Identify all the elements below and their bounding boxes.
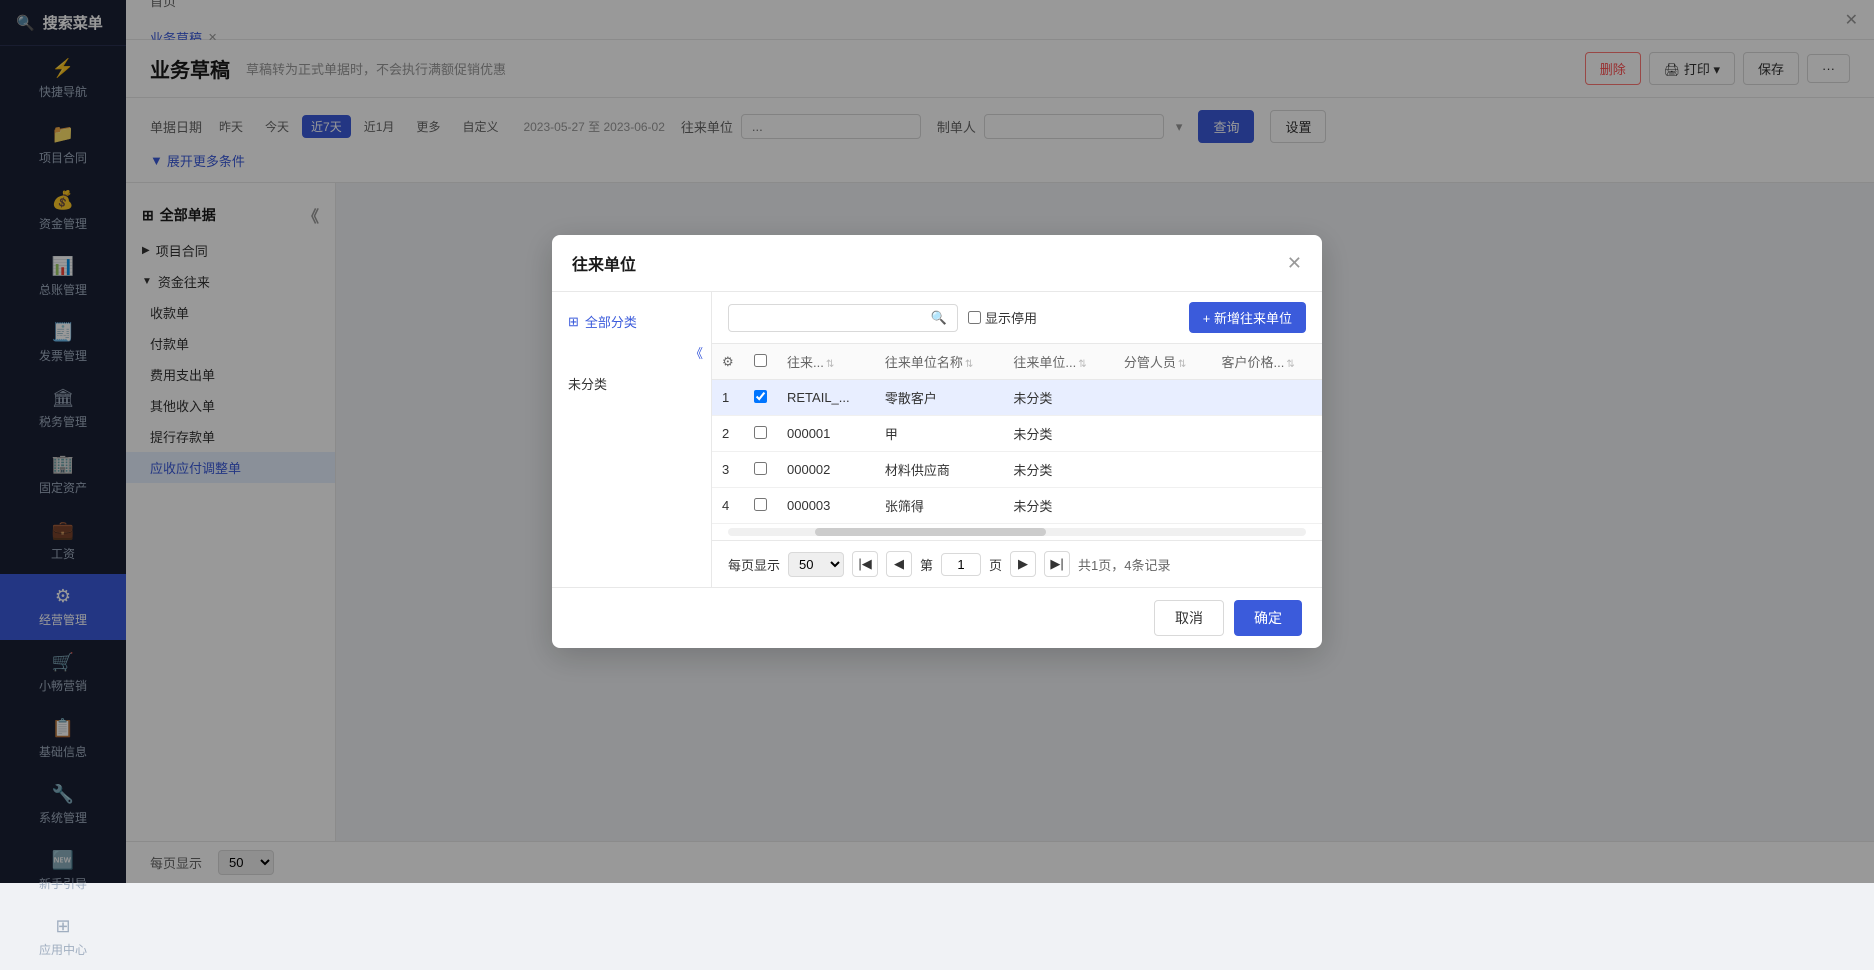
row-code: 000003 (777, 488, 875, 524)
select-all-checkbox[interactable] (754, 354, 767, 367)
dialog-toolbar: 🔍 显示停用 + 新增往来单位 (712, 292, 1322, 344)
apps-icon: ⊞ (55, 916, 70, 937)
confirm-button[interactable]: 确定 (1234, 600, 1302, 636)
row-price (1211, 416, 1322, 452)
dialog-unclassified-label: 未分类 (552, 366, 711, 401)
dialog-category-all[interactable]: ⊞ 全部分类 (552, 304, 711, 339)
row-checkbox-cell[interactable] (744, 452, 777, 488)
row-category: 未分类 (1003, 380, 1113, 416)
row-code: 000002 (777, 452, 875, 488)
col-code-header: 往来...⇅ (777, 344, 875, 380)
row-num: 1 (712, 380, 744, 416)
dialog-search-input[interactable] (739, 310, 925, 325)
show-disabled-checkbox[interactable] (968, 311, 981, 324)
next-page-btn[interactable]: ▶ (1010, 551, 1036, 577)
row-name: 零散客户 (875, 380, 1003, 416)
category-grid-icon: ⊞ (568, 314, 579, 330)
show-disabled-checkbox-label[interactable]: 显示停用 (968, 308, 1037, 327)
col-checkbox (744, 344, 777, 380)
row-code: 000001 (777, 416, 875, 452)
row-price (1211, 380, 1322, 416)
new-customer-btn[interactable]: + 新增往来单位 (1189, 302, 1306, 333)
row-code: RETAIL_... (777, 380, 875, 416)
row-category: 未分类 (1003, 452, 1113, 488)
table-row[interactable]: 4 000003 张筛得 未分类 (712, 488, 1322, 524)
row-num: 4 (712, 488, 744, 524)
col-settings: ⚙ (712, 344, 744, 380)
col-name-header: 往来单位名称⇅ (875, 344, 1003, 380)
table-row[interactable]: 1 RETAIL_... 零散客户 未分类 (712, 380, 1322, 416)
row-category: 未分类 (1003, 416, 1113, 452)
col-price-header: 客户价格...⇅ (1211, 344, 1322, 380)
row-checkbox-cell[interactable] (744, 416, 777, 452)
row-num: 3 (712, 452, 744, 488)
page-unit: 页 (989, 555, 1002, 574)
page-word: 第 (920, 555, 933, 574)
row-manager (1114, 488, 1212, 524)
cancel-button[interactable]: 取消 (1154, 600, 1224, 636)
dialog-overlay: 往来单位 ✕ ⊞ 全部分类 《 未分类 (0, 0, 1874, 883)
dialog-close-btn[interactable]: ✕ (1287, 254, 1302, 272)
dialog-title: 往来单位 (572, 251, 636, 275)
sidebar-item-label: 应用中心 (39, 941, 87, 958)
col-category-header: 往来单位...⇅ (1003, 344, 1113, 380)
prev-page-btn[interactable]: ◀ (886, 551, 912, 577)
dialog-horizontal-scrollbar[interactable] (728, 528, 1306, 536)
table-row[interactable]: 3 000002 材料供应商 未分类 (712, 452, 1322, 488)
row-price (1211, 488, 1322, 524)
col-manager-header: 分管人员⇅ (1114, 344, 1212, 380)
row-category: 未分类 (1003, 488, 1113, 524)
dialog-page-size-select[interactable]: 50 100 (788, 552, 844, 577)
row-num: 2 (712, 416, 744, 452)
row-checkbox[interactable] (754, 498, 767, 511)
row-manager (1114, 416, 1212, 452)
current-page-input[interactable] (941, 553, 981, 576)
dialog-footer: 取消 确定 (552, 587, 1322, 648)
row-name: 张筛得 (875, 488, 1003, 524)
row-checkbox-cell[interactable] (744, 380, 777, 416)
row-name: 甲 (875, 416, 1003, 452)
page-total-text: 共1页，4条记录 (1078, 555, 1170, 574)
table-header-row: ⚙ 往来...⇅ 往来单位名称⇅ 往来单位...⇅ 分管人员⇅ 客户价格...⇅ (712, 344, 1322, 380)
dialog-body: ⊞ 全部分类 《 未分类 🔍 显示停用 (552, 292, 1322, 587)
sidebar-item-apps[interactable]: ⊞ 应用中心 (0, 904, 126, 970)
first-page-btn[interactable]: |◀ (852, 551, 878, 577)
show-disabled-label: 显示停用 (985, 308, 1037, 327)
row-checkbox[interactable] (754, 390, 767, 403)
dialog-left-collapse-btn[interactable]: 《 (690, 343, 703, 362)
dialog-left-panel: ⊞ 全部分类 《 未分类 (552, 292, 712, 587)
row-name: 材料供应商 (875, 452, 1003, 488)
customer-dialog: 往来单位 ✕ ⊞ 全部分类 《 未分类 (552, 235, 1322, 648)
page-size-label: 每页显示 (728, 555, 780, 574)
last-page-btn[interactable]: ▶| (1044, 551, 1070, 577)
customer-table: ⚙ 往来...⇅ 往来单位名称⇅ 往来单位...⇅ 分管人员⇅ 客户价格...⇅… (712, 344, 1322, 524)
dialog-table-scroll[interactable]: ⚙ 往来...⇅ 往来单位名称⇅ 往来单位...⇅ 分管人员⇅ 客户价格...⇅… (712, 344, 1322, 524)
dialog-pagination: 每页显示 50 100 |◀ ◀ 第 页 ▶ ▶| 共1页，4条记录 (712, 540, 1322, 587)
table-row[interactable]: 2 000001 甲 未分类 (712, 416, 1322, 452)
dialog-header: 往来单位 ✕ (552, 235, 1322, 292)
dialog-right-panel: 🔍 显示停用 + 新增往来单位 ⚙ (712, 292, 1322, 587)
dialog-search-box: 🔍 (728, 304, 958, 332)
row-price (1211, 452, 1322, 488)
row-checkbox[interactable] (754, 426, 767, 439)
row-manager (1114, 380, 1212, 416)
row-checkbox[interactable] (754, 462, 767, 475)
row-checkbox-cell[interactable] (744, 488, 777, 524)
row-manager (1114, 452, 1212, 488)
scroll-thumb (815, 528, 1046, 536)
dialog-search-icon[interactable]: 🔍 (931, 310, 947, 326)
